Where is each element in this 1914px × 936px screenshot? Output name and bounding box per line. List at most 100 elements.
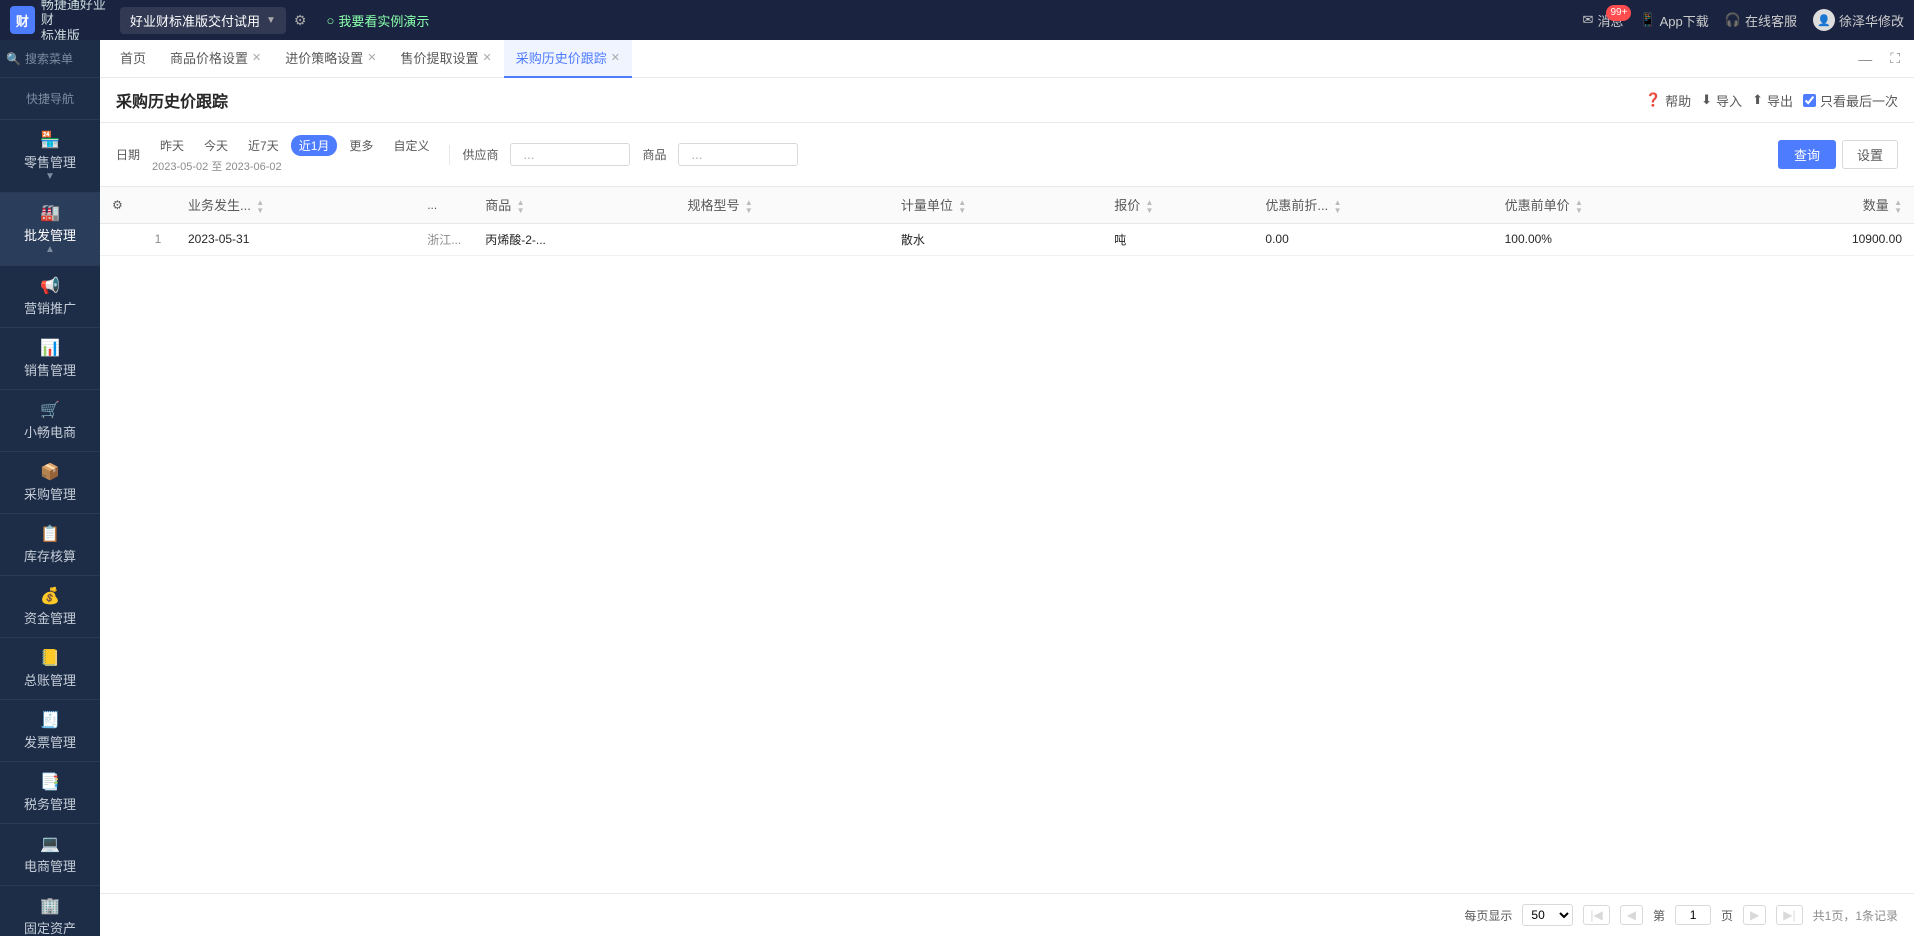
sidebar-item-tax[interactable]: 📑 税务管理 xyxy=(0,762,100,824)
col-spec[interactable]: 规格型号 ▲▼ xyxy=(676,187,889,223)
sidebar-item-label: 销售管理 xyxy=(24,360,76,379)
headset-icon: 🎧 xyxy=(1725,12,1741,28)
col-unit[interactable]: 计量单位 ▲▼ xyxy=(889,187,1102,223)
row-uom: 吨 xyxy=(1102,223,1253,255)
message-btn[interactable]: ✉ 消息 99+ xyxy=(1583,11,1624,30)
import-btn[interactable]: ⬇ 导入 xyxy=(1701,91,1742,110)
sidebar-item-ledger[interactable]: 📒 总账管理 xyxy=(0,638,100,700)
sidebar-item-assets[interactable]: 🏢 固定资产 xyxy=(0,886,100,936)
col-biz-date[interactable]: 业务发生... ▲▼ xyxy=(176,187,415,223)
first-page-btn[interactable]: |◀ xyxy=(1583,905,1609,925)
content-area: 首页 商品价格设置 ✕ 进价策略设置 ✕ 售价提取设置 ✕ 采购历史价跟踪 ✕ … xyxy=(100,40,1914,936)
user-menu[interactable]: 👤 徐泽华修改 xyxy=(1813,9,1904,31)
last-page-btn[interactable]: ▶| xyxy=(1776,905,1802,925)
tab-maximize-btn[interactable]: ⛶ xyxy=(1884,48,1906,69)
sidebar-item-invoice[interactable]: 🧾 发票管理 xyxy=(0,700,100,762)
supplier-select[interactable]: ... xyxy=(510,143,630,166)
sidebar-item-label: 发票管理 xyxy=(24,732,76,751)
tab-history-price[interactable]: 采购历史价跟踪 ✕ xyxy=(504,40,632,78)
sidebar-item-label: 采购管理 xyxy=(24,484,76,503)
col-dots[interactable]: ... xyxy=(415,187,473,223)
sidebar-item-ecom-small[interactable]: 🛒 小畅电商 xyxy=(0,390,100,452)
table-body: 1 2023-05-31 浙江... 丙烯酸-2-... 散水 吨 0.00 1… xyxy=(100,223,1914,255)
date-opt-custom[interactable]: 自定义 xyxy=(385,135,437,156)
tab-purchase-strategy[interactable]: 进价策略设置 ✕ xyxy=(273,40,388,78)
online-service-btn[interactable]: 🎧 在线客服 xyxy=(1725,11,1797,30)
col-quote[interactable]: 报价 ▲▼ xyxy=(1102,187,1253,223)
goods-select[interactable]: ... xyxy=(678,143,798,166)
only-last-checkbox[interactable] xyxy=(1803,94,1816,107)
demo-link[interactable]: ○ 我要看实例演示 xyxy=(326,11,429,30)
message-icon: ✉ xyxy=(1583,12,1594,28)
sort-icon: ▲▼ xyxy=(256,199,264,215)
purchase-icon: 📦 xyxy=(40,462,60,482)
tab-sale-price[interactable]: 售价提取设置 ✕ xyxy=(388,40,503,78)
quick-nav[interactable]: 快捷导航 xyxy=(0,78,100,120)
col-gear[interactable]: ⚙ xyxy=(100,187,140,223)
date-opt-more[interactable]: 更多 xyxy=(341,135,381,156)
sidebar-item-inventory[interactable]: 📋 库存核算 xyxy=(0,514,100,576)
chevron-down-icon: ▼ xyxy=(45,171,55,182)
app-download-btn[interactable]: 📱 App下载 xyxy=(1639,11,1708,30)
settings-icon[interactable]: ⚙ xyxy=(294,12,307,29)
sidebar-item-sales[interactable]: 📊 销售管理 xyxy=(0,328,100,390)
tabs-bar: 首页 商品价格设置 ✕ 进价策略设置 ✕ 售价提取设置 ✕ 采购历史价跟踪 ✕ … xyxy=(100,40,1914,78)
logo-icon: 财 xyxy=(10,6,35,34)
sidebar-search[interactable]: 🔍 搜索菜单 xyxy=(0,40,100,78)
next-page-btn[interactable]: ▶ xyxy=(1743,905,1766,925)
tab-price[interactable]: 商品价格设置 ✕ xyxy=(158,40,273,78)
sidebar-item-retail[interactable]: 🏪 零售管理 ▼ xyxy=(0,120,100,193)
per-page-select[interactable]: 10 20 50 100 xyxy=(1522,904,1573,926)
row-gear[interactable] xyxy=(100,223,140,255)
col-discount[interactable]: 优惠前折... ▲▼ xyxy=(1253,187,1492,223)
ecom-icon: 💻 xyxy=(40,834,60,854)
product-selector[interactable]: 好业财标准版交付试用 ▼ xyxy=(120,7,286,34)
date-opt-last7[interactable]: 近7天 xyxy=(240,135,287,156)
row-unit: 散水 xyxy=(889,223,1102,255)
app-logo: 财 畅捷通好业财 标准版 xyxy=(10,0,110,43)
sidebar-item-purchase[interactable]: 📦 采购管理 xyxy=(0,452,100,514)
tab-close-price[interactable]: ✕ xyxy=(252,51,261,64)
pagination-bar: 每页显示 10 20 50 100 |◀ ◀ 第 页 ▶ ▶| 共1页，1条记录 xyxy=(100,893,1914,936)
tab-close-purchase-strategy[interactable]: ✕ xyxy=(367,51,376,64)
table-row: 1 2023-05-31 浙江... 丙烯酸-2-... 散水 吨 0.00 1… xyxy=(100,223,1914,255)
row-dots[interactable]: 浙江... xyxy=(415,223,473,255)
sidebar-item-finance[interactable]: 💰 资金管理 xyxy=(0,576,100,638)
tab-minimize-btn[interactable]: — xyxy=(1852,49,1878,69)
row-biz-date: 2023-05-31 xyxy=(176,223,415,255)
sidebar-item-ecom[interactable]: 💻 电商管理 xyxy=(0,824,100,886)
query-button[interactable]: 查询 xyxy=(1778,140,1836,169)
date-opt-today[interactable]: 今天 xyxy=(196,135,236,156)
topbar: 财 畅捷通好业财 标准版 好业财标准版交付试用 ▼ ⚙ ○ 我要看实例演示 ✉ … xyxy=(0,0,1914,40)
help-btn[interactable]: ❓ 帮助 xyxy=(1645,91,1691,110)
sidebar-item-marketing[interactable]: 📢 营销推广 xyxy=(0,266,100,328)
date-label: 日期 xyxy=(116,146,140,163)
filter-bar: 日期 昨天 今天 近7天 近1月 更多 自定义 2023-05-02 至 202… xyxy=(100,123,1914,187)
date-opt-yesterday[interactable]: 昨天 xyxy=(152,135,192,156)
sidebar: 🔍 搜索菜单 快捷导航 🏪 零售管理 ▼ 🏭 批发管理 ▲ 📢 营销推广 📊 销… xyxy=(0,40,100,936)
sidebar-item-label: 总账管理 xyxy=(24,670,76,689)
filter-actions: 查询 设置 xyxy=(1778,140,1898,169)
col-quantity[interactable]: 数量 ▲▼ xyxy=(1737,187,1914,223)
settings-button[interactable]: 设置 xyxy=(1842,140,1898,169)
sort-icon: ▲▼ xyxy=(1575,199,1583,215)
row-index: 1 xyxy=(140,223,176,255)
tab-close-sale-price[interactable]: ✕ xyxy=(483,51,492,64)
prev-page-btn[interactable]: ◀ xyxy=(1620,905,1643,925)
tab-home[interactable]: 首页 xyxy=(108,40,158,78)
sidebar-item-label: 零售管理 xyxy=(24,152,76,171)
sidebar-item-wholesale[interactable]: 🏭 批发管理 ▲ xyxy=(0,193,100,266)
tab-close-history-price[interactable]: ✕ xyxy=(611,51,620,64)
export-btn[interactable]: ⬆ 导出 xyxy=(1752,91,1793,110)
help-icon: ❓ xyxy=(1645,92,1661,108)
date-opt-last1m[interactable]: 近1月 xyxy=(291,135,338,156)
col-pre-discount-price[interactable]: 优惠前单价 ▲▼ xyxy=(1493,187,1737,223)
page-input[interactable] xyxy=(1675,905,1711,925)
topbar-center: 好业财标准版交付试用 ▼ ⚙ ○ 我要看实例演示 xyxy=(110,7,1583,34)
total-info: 共1页，1条记录 xyxy=(1813,907,1898,924)
page-header: 采购历史价跟踪 ❓ 帮助 ⬇ 导入 ⬆ 导出 只看最后一次 xyxy=(100,78,1914,123)
col-index xyxy=(140,187,176,223)
inventory-icon: 📋 xyxy=(40,524,60,544)
sales-icon: 📊 xyxy=(40,338,60,358)
col-goods[interactable]: 商品 ▲▼ xyxy=(473,187,675,223)
